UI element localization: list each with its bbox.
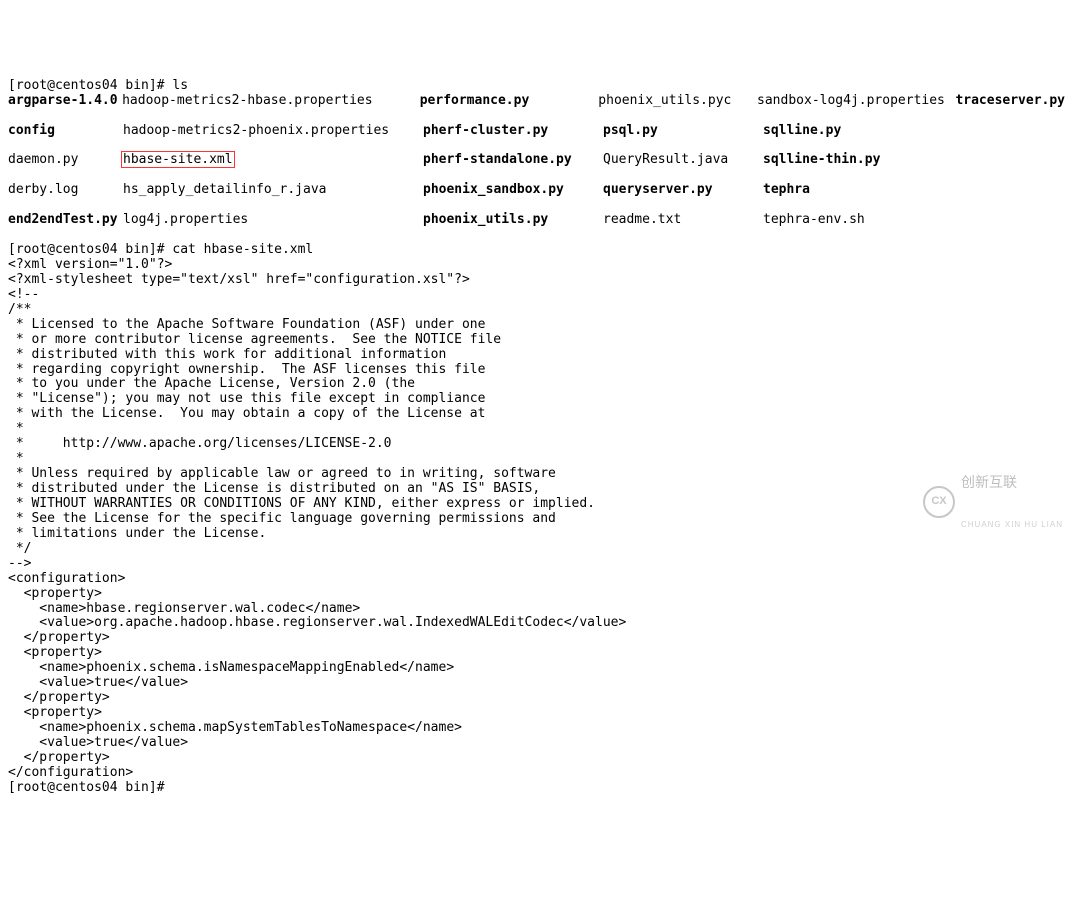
property-close: </property> — [8, 690, 110, 705]
value-open: <value> — [8, 615, 94, 630]
shell-prompt: [root@centos04 bin]# — [8, 78, 172, 93]
name-close: </name> — [305, 601, 360, 616]
watermark: CX 创新互联 CHUANG XIN HU LIAN — [923, 444, 1063, 559]
license-line: * or more contributor license agreements… — [8, 332, 501, 347]
license-line: * Licensed to the Apache Software Founda… — [8, 317, 485, 332]
license-line: * "License"); you may not use this file … — [8, 391, 485, 406]
file: hadoop-metrics2-phoenix.properties — [123, 124, 423, 139]
prop-name: hbase.regionserver.wal.codec — [86, 601, 305, 616]
license-line: * to you under the Apache License, Versi… — [8, 376, 415, 391]
prop-value: true — [94, 735, 125, 750]
file: phoenix_sandbox.py — [423, 183, 603, 198]
license-line: * Unless required by applicable law or a… — [8, 466, 556, 481]
property-close: </property> — [8, 630, 110, 645]
comment-open: <!-- — [8, 287, 39, 302]
watermark-logo-icon: CX — [923, 486, 955, 518]
watermark-subtext: CHUANG XIN HU LIAN — [961, 520, 1063, 529]
value-close: </value> — [125, 735, 188, 750]
shell-prompt: [root@centos04 bin]# — [8, 780, 172, 795]
license-line: * distributed with this work for additio… — [8, 347, 446, 362]
name-close: </name> — [399, 660, 454, 675]
file: readme.txt — [603, 213, 763, 228]
file: tephra — [763, 183, 963, 198]
command-ls: ls — [172, 78, 188, 93]
ls-row: confighadoop-metrics2-phoenix.properties… — [8, 124, 1065, 139]
prop-value: org.apache.hadoop.hbase.regionserver.wal… — [94, 615, 564, 630]
ls-row: end2endTest.pylog4j.propertiesphoenix_ut… — [8, 213, 1065, 228]
watermark-text: 创新互联 — [961, 474, 1063, 490]
property-open: <property> — [8, 645, 102, 660]
configuration-open: <configuration> — [8, 571, 125, 586]
value-open: <value> — [8, 675, 94, 690]
file: sqlline-thin.py — [763, 153, 963, 168]
license-line: * distributed under the License is distr… — [8, 481, 540, 496]
file: queryserver.py — [603, 183, 763, 198]
file: daemon.py — [8, 153, 123, 168]
license-line: /** — [8, 302, 31, 317]
prop-name: phoenix.schema.mapSystemTablesToNamespac… — [86, 720, 407, 735]
property-open: <property> — [8, 705, 102, 720]
license-line: * See the License for the specific langu… — [8, 511, 556, 526]
ls-row: daemon.pyhbase-site.xml pherf-standalone.… — [8, 153, 1065, 168]
ls-row: derby.loghs_apply_detailinfo_r.javaphoen… — [8, 183, 1065, 198]
value-open: <value> — [8, 735, 94, 750]
file: pherf-cluster.py — [423, 124, 603, 139]
file: sqlline.py — [763, 124, 963, 139]
file: psql.py — [603, 124, 763, 139]
prop-name: phoenix.schema.isNamespaceMappingEnabled — [86, 660, 399, 675]
license-line: * limitations under the License. — [8, 526, 266, 541]
license-line: */ — [8, 541, 31, 556]
prop-value: true — [94, 675, 125, 690]
ls-row: argparse-1.4.0hadoop-metrics2-hbase.prop… — [8, 94, 1065, 109]
value-close: </value> — [564, 615, 627, 630]
file: traceserver.py — [955, 94, 1065, 109]
shell-prompt: [root@centos04 bin]# — [8, 242, 172, 257]
file: argparse-1.4.0 — [8, 94, 122, 109]
license-line: * regarding copyright ownership. The ASF… — [8, 362, 485, 377]
xml-stylesheet: <?xml-stylesheet type="text/xsl" href="c… — [8, 272, 470, 287]
name-open: <name> — [8, 660, 86, 675]
comment-close: --> — [8, 556, 31, 571]
terminal-output: [root@centos04 bin]# ls argparse-1.4.0ha… — [8, 64, 1065, 796]
license-line: * — [8, 421, 24, 436]
file: derby.log — [8, 183, 123, 198]
configuration-close: </configuration> — [8, 765, 133, 780]
name-close: </name> — [407, 720, 462, 735]
file: hs_apply_detailinfo_r.java — [123, 183, 423, 198]
property-open: <property> — [8, 586, 102, 601]
name-open: <name> — [8, 601, 86, 616]
file: pherf-standalone.py — [423, 153, 603, 168]
file: hadoop-metrics2-hbase.properties — [122, 94, 420, 109]
file: phoenix_utils.pyc — [598, 94, 757, 109]
file: QueryResult.java — [603, 153, 763, 168]
license-line: * WITHOUT WARRANTIES OR CONDITIONS OF AN… — [8, 496, 595, 511]
name-open: <name> — [8, 720, 86, 735]
highlighted-file: hbase-site.xml — [121, 151, 235, 168]
file: performance.py — [420, 94, 599, 109]
command-cat: cat hbase-site.xml — [172, 242, 313, 257]
property-close: </property> — [8, 750, 110, 765]
file: config — [8, 124, 123, 139]
file: sandbox-log4j.properties — [757, 94, 955, 109]
xml-declaration: <?xml version="1.0"?> — [8, 257, 172, 272]
file: log4j.properties — [123, 213, 423, 228]
license-line: * with the License. You may obtain a cop… — [8, 406, 485, 421]
license-line: * http://www.apache.org/licenses/LICENSE… — [8, 436, 392, 451]
file: tephra-env.sh — [763, 213, 963, 228]
license-line: * — [8, 451, 24, 466]
file: phoenix_utils.py — [423, 213, 603, 228]
file: end2endTest.py — [8, 213, 123, 228]
value-close: </value> — [125, 675, 188, 690]
